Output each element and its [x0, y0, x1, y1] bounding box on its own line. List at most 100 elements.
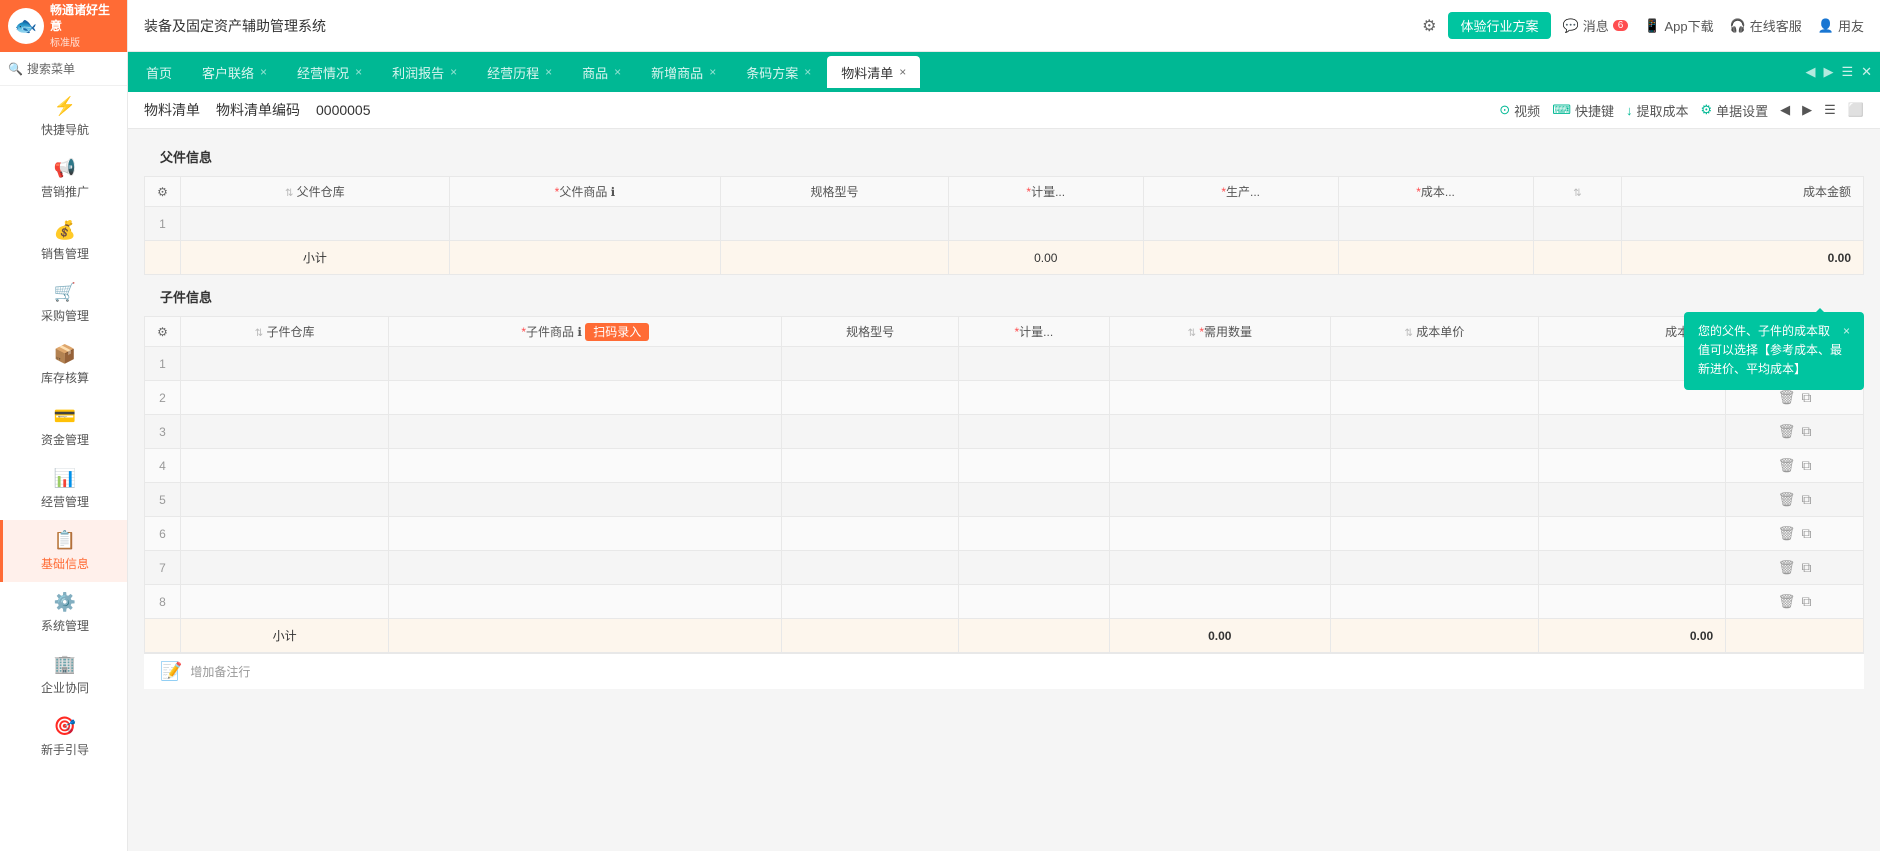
settings-gear-icon[interactable]: ⚙: [1422, 16, 1436, 36]
child-row-4-goods[interactable]: [389, 449, 782, 483]
tab-operations-status[interactable]: 经营情况 ×: [283, 56, 376, 88]
child-row-5-unit[interactable]: [958, 483, 1109, 517]
child-row-2-quantity[interactable]: [1109, 381, 1330, 415]
copy-row-4-icon[interactable]: ⧉: [1801, 457, 1811, 474]
tab-history-close[interactable]: ×: [545, 65, 552, 79]
child-row-3-goods[interactable]: [389, 415, 782, 449]
nav-left-action[interactable]: ◀: [1780, 102, 1790, 118]
sidebar-item-basic-info[interactable]: 📋 基础信息: [0, 520, 127, 582]
child-row-8-goods[interactable]: [389, 585, 782, 619]
delete-row-7-icon[interactable]: 🗑: [1778, 559, 1796, 576]
sidebar-item-enterprise[interactable]: 🏢 企业协同: [0, 644, 127, 706]
child-row-8-warehouse[interactable]: [181, 585, 389, 619]
user-btn[interactable]: 👤 用友: [1818, 16, 1864, 35]
trial-button[interactable]: 体验行业方案: [1448, 12, 1550, 39]
search-menu[interactable]: 🔍 搜索菜单: [0, 52, 127, 86]
child-row-1-warehouse[interactable]: [181, 347, 389, 381]
child-row-6-unit-cost[interactable]: [1330, 517, 1538, 551]
child-row-2-spec[interactable]: [782, 381, 958, 415]
tab-history[interactable]: 经营历程 ×: [473, 56, 566, 88]
copy-row-3-icon[interactable]: ⧉: [1801, 423, 1811, 440]
child-row-3-unit[interactable]: [958, 415, 1109, 449]
child-row-5-warehouse[interactable]: [181, 483, 389, 517]
sidebar-item-system[interactable]: ⚙️ 系统管理: [0, 582, 127, 644]
tab-barcode-close[interactable]: ×: [804, 65, 811, 79]
child-row-3-spec[interactable]: [782, 415, 958, 449]
tab-customer[interactable]: 客户联络 ×: [188, 56, 281, 88]
delete-row-4-icon[interactable]: 🗑: [1778, 457, 1796, 474]
tab-operations-close[interactable]: ×: [355, 65, 362, 79]
child-row-3-quantity[interactable]: [1109, 415, 1330, 449]
add-note-icon[interactable]: 📝: [160, 661, 182, 682]
child-row-7-unit[interactable]: [958, 551, 1109, 585]
parent-row-1-cost[interactable]: [1338, 207, 1533, 241]
list-view-action[interactable]: ☰: [1824, 102, 1836, 118]
child-row-1-spec[interactable]: [782, 347, 958, 381]
tab-goods-close[interactable]: ×: [614, 65, 621, 79]
shortcut-action[interactable]: ⌨ 快捷键: [1552, 101, 1614, 120]
child-row-2-unit[interactable]: [958, 381, 1109, 415]
sidebar-item-operations[interactable]: 📊 经营管理: [0, 458, 127, 520]
delete-row-5-icon[interactable]: 🗑: [1778, 491, 1796, 508]
parent-row-1-spec[interactable]: [721, 207, 949, 241]
child-row-8-unit[interactable]: [958, 585, 1109, 619]
copy-row-2-icon[interactable]: ⧉: [1801, 389, 1811, 406]
parent-row-1-unit[interactable]: [948, 207, 1143, 241]
parent-row-1-production[interactable]: [1143, 207, 1338, 241]
child-col-settings-icon[interactable]: ⚙: [157, 325, 168, 339]
tab-home[interactable]: 首页: [132, 56, 186, 88]
sidebar-item-guide[interactable]: 🎯 新手引导: [0, 706, 127, 768]
child-row-7-goods[interactable]: [389, 551, 782, 585]
scan-button[interactable]: 扫码录入: [585, 323, 649, 341]
sidebar-item-purchase[interactable]: 🛒 采购管理: [0, 272, 127, 334]
tab-goods[interactable]: 商品 ×: [568, 56, 635, 88]
child-row-4-quantity[interactable]: [1109, 449, 1330, 483]
tab-bom[interactable]: 物料清单 ×: [827, 56, 920, 88]
tab-new-goods[interactable]: 新增商品 ×: [637, 56, 730, 88]
child-th-settings[interactable]: ⚙: [145, 317, 181, 347]
tooltip-close-btn[interactable]: ×: [1843, 322, 1850, 341]
sidebar-item-marketing[interactable]: 📢 营销推广: [0, 148, 127, 210]
tab-close-btn[interactable]: ✕: [1857, 64, 1876, 80]
child-row-6-goods[interactable]: [389, 517, 782, 551]
child-row-7-unit-cost[interactable]: [1330, 551, 1538, 585]
copy-row-8-icon[interactable]: ⧉: [1801, 593, 1811, 610]
tab-customer-close[interactable]: ×: [260, 65, 267, 79]
child-row-1-quantity[interactable]: [1109, 347, 1330, 381]
child-row-2-unit-cost[interactable]: [1330, 381, 1538, 415]
doc-settings-action[interactable]: ⚙ 单据设置: [1700, 101, 1768, 120]
parent-row-1-warehouse[interactable]: [181, 207, 450, 241]
copy-row-6-icon[interactable]: ⧉: [1801, 525, 1811, 542]
child-row-6-quantity[interactable]: [1109, 517, 1330, 551]
parent-col-settings-icon[interactable]: ⚙: [157, 185, 168, 199]
child-row-7-spec[interactable]: [782, 551, 958, 585]
view-action[interactable]: ⊙ 视频: [1499, 101, 1540, 120]
app-download-btn[interactable]: 📱 App下载: [1644, 16, 1713, 35]
child-row-4-spec[interactable]: [782, 449, 958, 483]
child-row-8-spec[interactable]: [782, 585, 958, 619]
tab-prev-arrow[interactable]: ◀: [1801, 64, 1819, 80]
sidebar-item-quick-nav[interactable]: ⚡ 快捷导航: [0, 86, 127, 148]
tab-next-arrow[interactable]: ▶: [1819, 64, 1837, 80]
child-row-7-warehouse[interactable]: [181, 551, 389, 585]
message-btn[interactable]: 💬 消息 6: [1563, 16, 1629, 35]
expand-action[interactable]: ⬜: [1848, 102, 1864, 118]
child-row-1-unit[interactable]: [958, 347, 1109, 381]
nav-right-action[interactable]: ▶: [1802, 102, 1812, 118]
delete-row-8-icon[interactable]: 🗑: [1778, 593, 1796, 610]
child-row-8-unit-cost[interactable]: [1330, 585, 1538, 619]
child-row-8-quantity[interactable]: [1109, 585, 1330, 619]
child-row-3-unit-cost[interactable]: [1330, 415, 1538, 449]
tab-profit[interactable]: 利润报告 ×: [378, 56, 471, 88]
parent-th-settings[interactable]: ⚙: [145, 177, 181, 207]
tab-new-goods-close[interactable]: ×: [709, 65, 716, 79]
delete-row-3-icon[interactable]: 🗑: [1778, 423, 1796, 440]
child-row-2-goods[interactable]: [389, 381, 782, 415]
copy-row-7-icon[interactable]: ⧉: [1801, 559, 1811, 576]
sidebar-item-inventory[interactable]: 📦 库存核算: [0, 334, 127, 396]
child-row-6-spec[interactable]: [782, 517, 958, 551]
delete-row-6-icon[interactable]: 🗑: [1778, 525, 1796, 542]
tab-profit-close[interactable]: ×: [450, 65, 457, 79]
child-row-4-unit[interactable]: [958, 449, 1109, 483]
child-row-6-warehouse[interactable]: [181, 517, 389, 551]
